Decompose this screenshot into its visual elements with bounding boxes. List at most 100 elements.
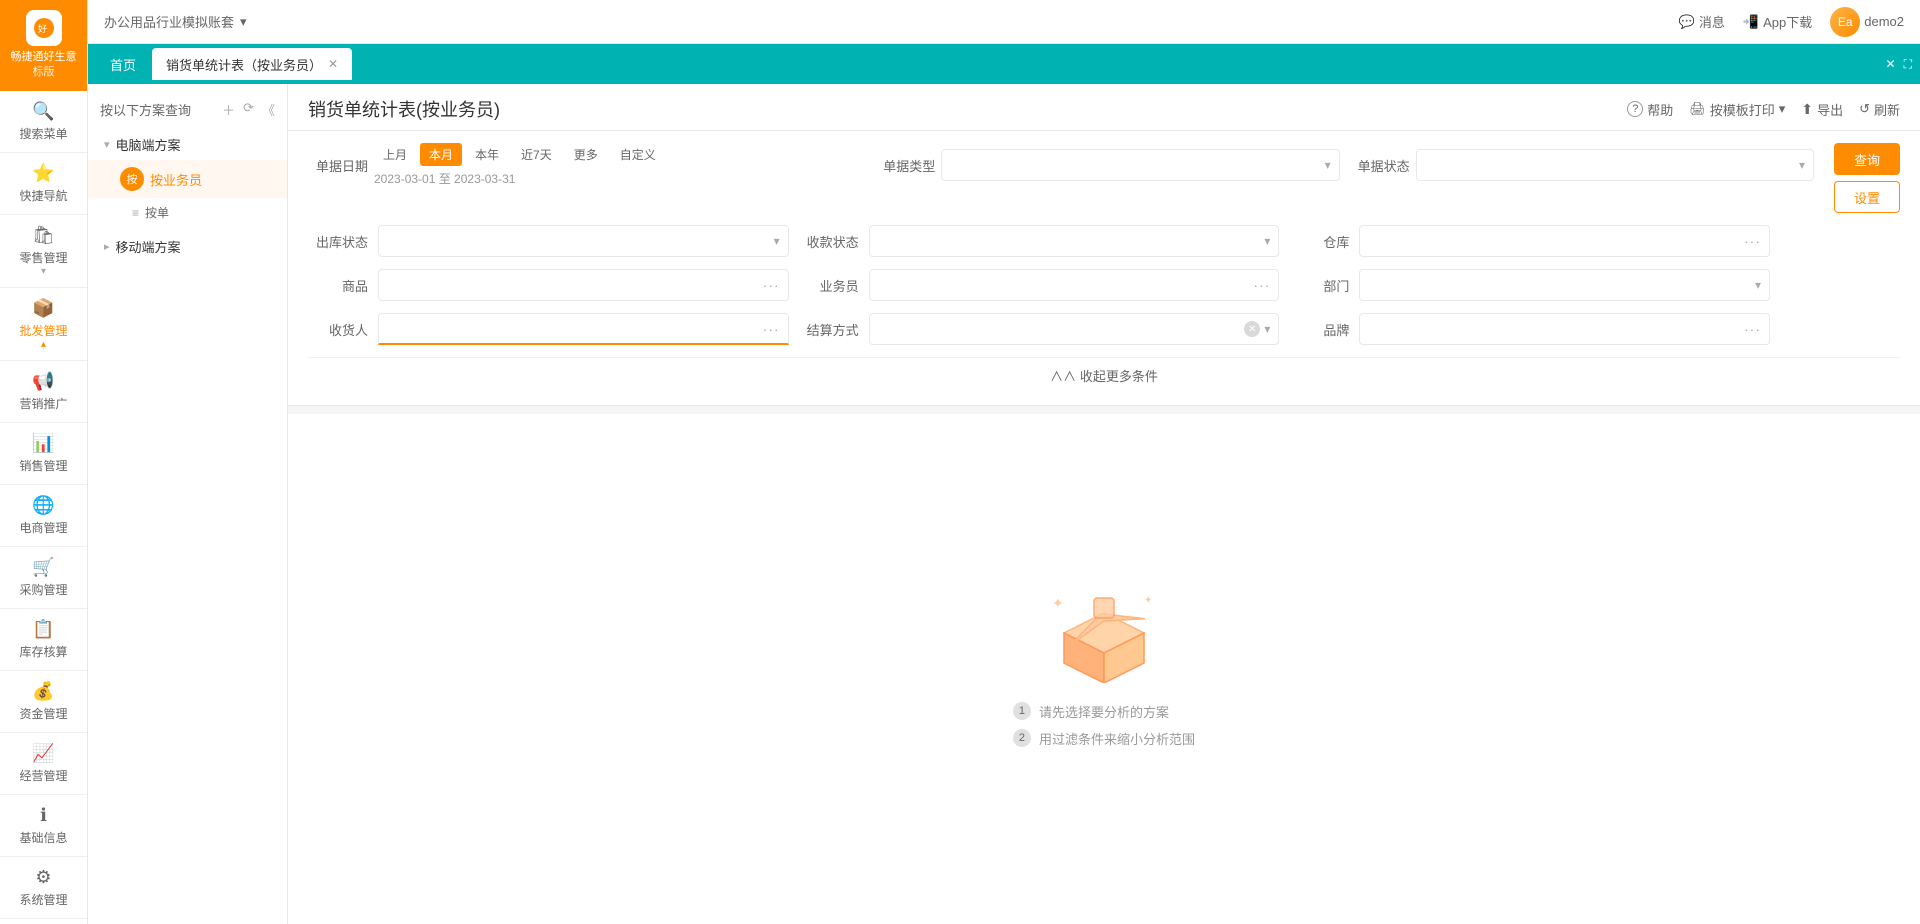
brand-label: 品牌	[1289, 320, 1349, 339]
sidebar-item-ecommerce[interactable]: 🌐 电商管理	[0, 485, 87, 547]
sidebar-item-search[interactable]: 🔍 搜索菜单	[0, 91, 87, 153]
salesperson-field[interactable]: ···	[869, 269, 1280, 301]
window-maximize-icon[interactable]: ⛶	[1904, 57, 1912, 72]
group-label: 移动端方案	[116, 237, 181, 256]
sidebar-item-quick-nav[interactable]: ⭐ 快捷导航	[0, 153, 87, 215]
sidebar-item-enterprise[interactable]: 🤝 企业协同	[0, 919, 87, 924]
template-print-button[interactable]: 🖨 按模板打印 ▾	[1689, 100, 1785, 119]
receiver-field[interactable]: ···	[378, 313, 789, 345]
tab-sales-stat-label: 销货单统计表（按业务员）	[166, 55, 322, 74]
help-button[interactable]: ? 帮助	[1627, 100, 1673, 119]
scheme-group-desktop-title[interactable]: ▾ 电脑端方案	[88, 129, 287, 160]
left-panel: 按以下方案查询 ＋ ⟳ 《 ▾ 电脑端方案 按 按业务员	[88, 84, 288, 924]
empty-step-1: 1 请先选择要分析的方案	[1013, 702, 1195, 721]
sidebar-item-label: 基础信息	[19, 829, 67, 846]
svg-text:✦: ✦	[1052, 595, 1064, 611]
date-range-text: 2023-03-01 至 2023-03-31	[374, 170, 865, 187]
message-button[interactable]: 💬 消息	[1679, 12, 1725, 31]
salesperson-dots-icon: ···	[1253, 277, 1270, 293]
sidebar-item-label: 搜索菜单	[19, 125, 67, 142]
logo-text: 畅捷通好生意	[11, 50, 77, 65]
refresh-button[interactable]: ↺ 刷新	[1859, 100, 1900, 119]
receipt-status-field[interactable]: ▾	[869, 225, 1280, 257]
refresh-scheme-icon[interactable]: ⟳	[243, 100, 254, 119]
scheme-item-by-salesperson[interactable]: 按 按业务员	[88, 160, 287, 198]
add-scheme-icon[interactable]: ＋	[222, 100, 235, 119]
brand-field[interactable]: ···	[1359, 313, 1770, 345]
sidebar-item-inventory[interactable]: 📋 库存核算	[0, 609, 87, 671]
tab-home[interactable]: 首页	[96, 48, 150, 80]
scheme-item-by-order[interactable]: ≡ 按单	[88, 198, 287, 227]
query-button[interactable]: 查询	[1834, 143, 1900, 175]
scheme-group-mobile: ▸ 移动端方案	[88, 231, 287, 262]
sidebar-item-basic-info[interactable]: ℹ 基础信息	[0, 795, 87, 857]
expand-icon: ▾	[41, 266, 46, 277]
empty-illustration: ✦ ✦ ·	[1044, 583, 1164, 686]
scheme-order-icon: ≡	[132, 206, 139, 220]
date-custom-btn[interactable]: 自定义	[611, 143, 665, 166]
inventory-icon: 📋	[32, 619, 54, 640]
type-field[interactable]: ▾	[941, 149, 1339, 181]
window-close-icon[interactable]: ✕	[1886, 57, 1896, 71]
settings-button[interactable]: 设置	[1834, 181, 1900, 213]
sidebar-item-finance[interactable]: 💰 资金管理	[0, 671, 87, 733]
tab-sales-stat[interactable]: 销货单统计表（按业务员） ✕	[152, 48, 352, 80]
date-more-btn[interactable]: 更多	[565, 143, 607, 166]
template-print-label: 按模板打印	[1710, 100, 1775, 119]
expand-icon: ▴	[41, 339, 46, 350]
date-last-month-btn[interactable]: 上月	[374, 143, 416, 166]
date-last7-btn[interactable]: 近7天	[512, 143, 561, 166]
sidebar-item-purchase[interactable]: 🛒 采购管理	[0, 547, 87, 609]
collapse-panel-icon[interactable]: 《	[262, 100, 275, 119]
filter-row-3: 商品 ··· 业务员 ··· 部门 ▾	[308, 269, 1900, 301]
step-1-number: 1	[1013, 702, 1031, 720]
warehouse-field[interactable]: ···	[1359, 225, 1770, 257]
out-status-field[interactable]: ▾	[378, 225, 789, 257]
export-label: 导出	[1817, 100, 1843, 119]
date-this-month-btn[interactable]: 本月	[420, 143, 462, 166]
out-status-arrow-icon: ▾	[774, 234, 780, 248]
export-icon: ⬆	[1801, 101, 1813, 118]
filter-actions: 查询 设置	[1834, 143, 1900, 213]
tab-close-icon[interactable]: ✕	[328, 57, 338, 71]
sidebar-item-system[interactable]: ⚙ 系统管理	[0, 857, 87, 919]
app-download-label: App下载	[1763, 12, 1812, 31]
status-field[interactable]: ▾	[1416, 149, 1814, 181]
sidebar-item-sales[interactable]: 📊 销售管理	[0, 423, 87, 485]
sidebar-item-label: 经营管理	[19, 767, 67, 784]
left-panel-title: 按以下方案查询	[100, 100, 191, 119]
user-menu[interactable]: Ea demo2	[1830, 7, 1904, 37]
logo-icon: 好	[26, 10, 62, 46]
sidebar-item-label: 销售管理	[19, 457, 67, 474]
dept-field[interactable]: ▾	[1359, 269, 1770, 301]
sidebar-item-marketing[interactable]: 📢 营销推广	[0, 361, 87, 423]
collapse-conditions-button[interactable]: ∧∧ 收起更多条件	[1050, 369, 1158, 384]
scheme-group-mobile-title[interactable]: ▸ 移动端方案	[88, 231, 287, 262]
scheme-item-label: 按单	[145, 204, 169, 221]
empty-state: ✦ ✦ · 1 请先选择要分析的方案 2 用过滤条件来缩小分析范围	[288, 414, 1920, 924]
settlement-field[interactable]: ✕ ▾	[869, 313, 1280, 345]
svg-text:好: 好	[38, 23, 47, 34]
settlement-clear-icon[interactable]: ✕	[1244, 321, 1260, 337]
sidebar-item-label: 系统管理	[19, 891, 67, 908]
date-this-year-btn[interactable]: 本年	[466, 143, 508, 166]
goods-field[interactable]: ···	[378, 269, 789, 301]
sidebar-item-retail[interactable]: 🛍 零售管理 ▾	[0, 215, 87, 288]
sidebar-item-operation[interactable]: 📈 经营管理	[0, 733, 87, 795]
left-panel-header: 按以下方案查询 ＋ ⟳ 《	[88, 94, 287, 125]
sidebar-logo: 好 畅捷通好生意 标版	[0, 0, 87, 91]
dropdown-arrow-icon[interactable]: ▾	[240, 14, 247, 30]
empty-step-2: 2 用过滤条件来缩小分析范围	[1013, 729, 1195, 748]
out-status-label: 出库状态	[308, 232, 368, 251]
sidebar: 好 畅捷通好生意 标版 🔍 搜索菜单 ⭐ 快捷导航 🛍 零售管理 ▾ 📦 批发管…	[0, 0, 88, 924]
ecommerce-icon: 🌐	[32, 495, 54, 516]
sidebar-item-label: 库存核算	[19, 643, 67, 660]
sidebar-item-wholesale[interactable]: 📦 批发管理 ▴	[0, 288, 87, 361]
status-label: 单据状态	[1350, 156, 1410, 175]
goods-dots-icon: ···	[763, 277, 780, 293]
print-arrow-icon: ▾	[1779, 101, 1786, 117]
export-button[interactable]: ⬆ 导出	[1801, 100, 1843, 119]
type-arrow-icon: ▾	[1325, 158, 1331, 172]
receiver-dots-icon: ···	[763, 321, 780, 337]
app-download-button[interactable]: 📲 App下载	[1743, 12, 1812, 31]
